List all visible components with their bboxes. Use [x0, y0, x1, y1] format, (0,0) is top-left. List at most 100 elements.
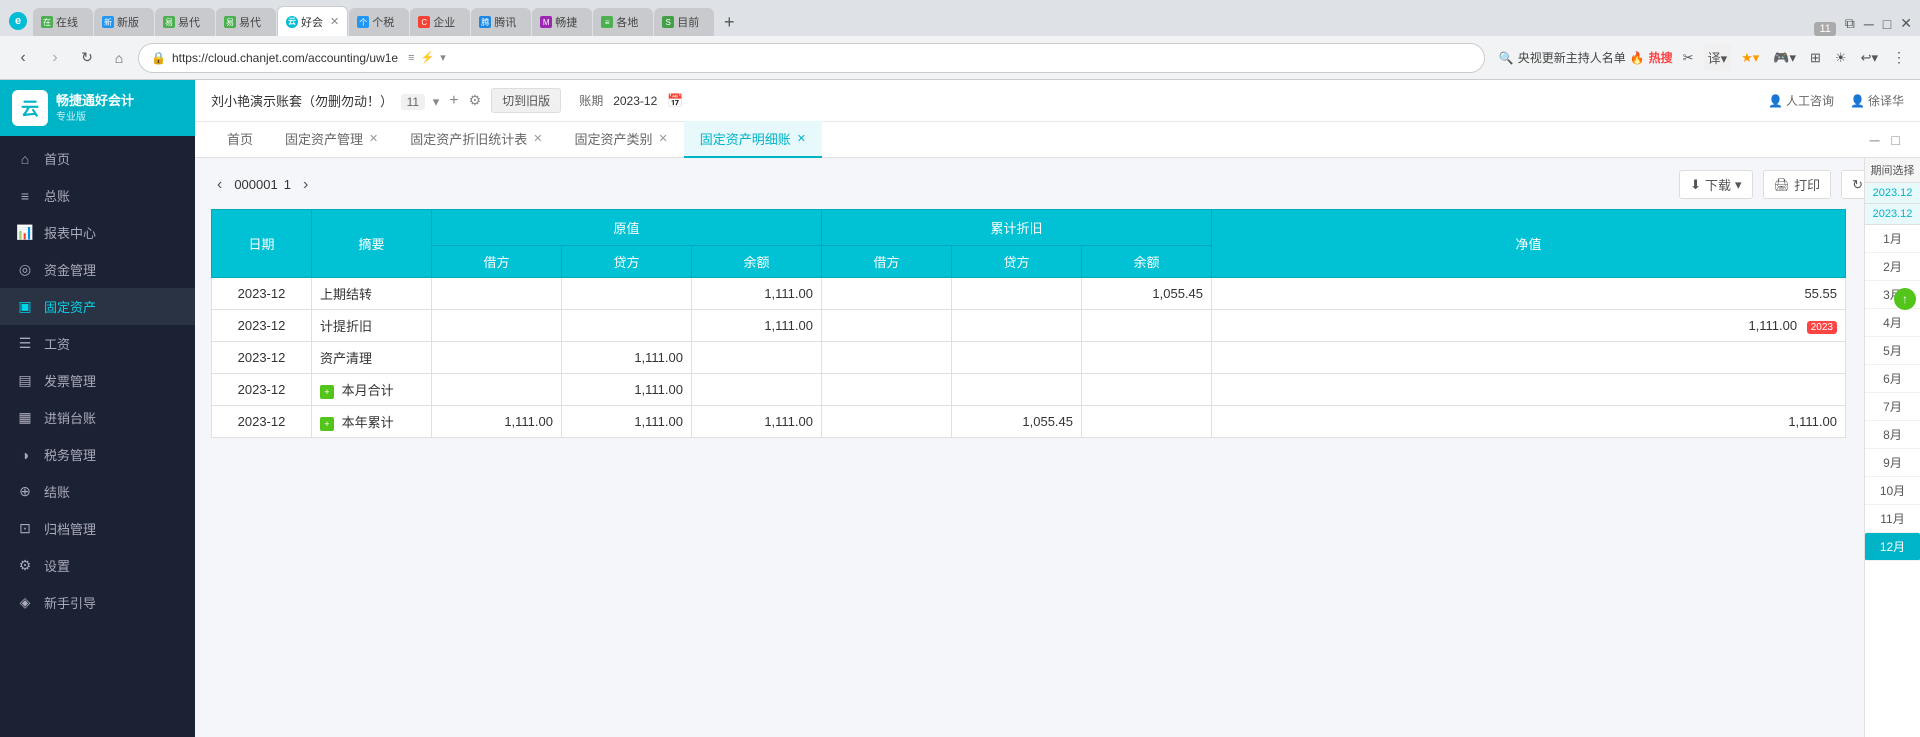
minimize-btn[interactable]: ─: [1860, 12, 1878, 36]
sidebar-item-guide[interactable]: ◈ 新手引导: [0, 584, 195, 621]
close-browser-btn[interactable]: ✕: [1896, 11, 1916, 36]
sidebar-item-purchase-sale[interactable]: ▦ 进销台账: [0, 399, 195, 436]
forward-btn[interactable]: ›: [42, 45, 68, 71]
new-tab-btn[interactable]: +: [715, 8, 743, 36]
back-btn[interactable]: ‹: [10, 45, 36, 71]
period-month-5[interactable]: 5月: [1865, 337, 1920, 365]
cell-orig-balance: [692, 342, 822, 374]
download-btn[interactable]: ⬇ 下载 ▾: [1679, 170, 1752, 199]
cell-dep-balance: [1082, 374, 1212, 406]
period-month-7[interactable]: 7月: [1865, 393, 1920, 421]
tab-close-icon[interactable]: ✕: [659, 132, 668, 145]
user-name: 刘小艳演示账套（勿删勿动！）: [211, 94, 393, 109]
sidebar-item-reports[interactable]: 📊 报表中心: [0, 214, 195, 251]
cell-net-value: 1,111.00: [1212, 406, 1846, 438]
col-orig-debit: 借方: [432, 246, 562, 278]
chevron-down-icon[interactable]: ▾: [440, 51, 446, 64]
sidebar-item-tax[interactable]: ◑ 税务管理: [0, 436, 195, 473]
maximize-tab-icon[interactable]: □: [1888, 128, 1904, 152]
cell-orig-balance: 1,111.00: [692, 278, 822, 310]
cell-dep-debit: [822, 278, 952, 310]
sun-icon[interactable]: ☀: [1831, 46, 1851, 70]
undo-icon[interactable]: ↩▾: [1857, 46, 1882, 70]
add-account-btn[interactable]: +: [449, 92, 458, 110]
address-input[interactable]: 🔒 https://cloud.chanjet.com/accounting/u…: [138, 43, 1485, 73]
sidebar-label: 工资: [44, 334, 70, 353]
sidebar-label: 总账: [44, 186, 70, 205]
tab-asset-detail[interactable]: 固定资产明细账 ✕: [684, 121, 822, 158]
sidebar-item-fixed-assets[interactable]: ▣ 固定资产: [0, 288, 195, 325]
period-month-2[interactable]: 2月: [1865, 253, 1920, 281]
tab-close-btn[interactable]: ✕: [330, 15, 339, 28]
finance-icon: ◎: [16, 261, 34, 278]
prev-arrow[interactable]: ‹: [211, 174, 228, 196]
period-month-4[interactable]: 4月: [1865, 309, 1920, 337]
tab-muqian[interactable]: S 目前: [654, 8, 714, 36]
sidebar-label: 税务管理: [44, 445, 96, 464]
user-avatar[interactable]: 👤 徐译华: [1850, 92, 1904, 109]
tab-close-icon[interactable]: ✕: [797, 132, 806, 145]
period-month-8[interactable]: 8月: [1865, 421, 1920, 449]
period-selected-2[interactable]: 2023.12: [1865, 204, 1920, 225]
period-month-9[interactable]: 9月: [1865, 449, 1920, 477]
customer-service-btn[interactable]: 👤 人工咨询: [1768, 92, 1834, 109]
cell-dep-debit: [822, 374, 952, 406]
dropdown-icon[interactable]: ▾: [433, 94, 440, 109]
home-btn[interactable]: ⌂: [106, 45, 132, 71]
tab-depreciation-stat[interactable]: 固定资产折旧统计表 ✕: [394, 121, 558, 158]
period-month-11[interactable]: 11月: [1865, 505, 1920, 533]
sidebar-item-payroll[interactable]: ☰ 工资: [0, 325, 195, 362]
tab-xinban[interactable]: 新 新版: [94, 8, 154, 36]
tab-close-icon[interactable]: ✕: [533, 132, 542, 145]
minimize-tab-icon[interactable]: ─: [1866, 128, 1884, 152]
address-bar-row: ‹ › ↻ ⌂ 🔒 https://cloud.chanjet.com/acco…: [0, 36, 1920, 80]
tab-tengxun[interactable]: 腾 腾讯: [471, 8, 531, 36]
next-arrow[interactable]: ›: [297, 174, 314, 196]
sidebar-item-invoice[interactable]: ▤ 发票管理: [0, 362, 195, 399]
switch-btn[interactable]: 切到旧版: [491, 88, 561, 113]
tab-zaixin[interactable]: 在 在线: [33, 8, 93, 36]
scissors-icon[interactable]: ✂: [1679, 46, 1698, 70]
tab-geshui[interactable]: 个 个税: [349, 8, 409, 36]
tab-haohui[interactable]: 云 好会 ✕: [277, 6, 348, 36]
sidebar-item-finance[interactable]: ◎ 资金管理: [0, 251, 195, 288]
tab-fixed-asset-mgmt[interactable]: 固定资产管理 ✕: [269, 121, 394, 158]
cell-net-value: [1212, 374, 1846, 406]
scroll-up-btn[interactable]: ↑: [1894, 288, 1916, 310]
period-month-12[interactable]: 12月: [1865, 533, 1920, 561]
tab-close-icon[interactable]: ✕: [369, 132, 378, 145]
period-month-6[interactable]: 6月: [1865, 365, 1920, 393]
period-selected-1[interactable]: 2023.12: [1865, 183, 1920, 204]
print-btn[interactable]: 🖨 打印: [1763, 170, 1832, 199]
address-text: https://cloud.chanjet.com/accounting/uw1…: [172, 51, 398, 65]
period-month-1[interactable]: 1月: [1865, 225, 1920, 253]
tab-homepage[interactable]: 首页: [211, 121, 269, 158]
sidebar-item-archive[interactable]: ⊡ 归档管理: [0, 510, 195, 547]
grid-icon[interactable]: ⊞: [1806, 46, 1825, 70]
sidebar-item-closing[interactable]: ⊕ 结账: [0, 473, 195, 510]
sidebar-item-general-ledger[interactable]: ≡ 总账: [0, 177, 195, 214]
sidebar-item-home[interactable]: ⌂ 首页: [0, 140, 195, 177]
reload-btn[interactable]: ↻: [74, 45, 100, 71]
tax-icon: ◑: [16, 447, 34, 463]
more-icon[interactable]: ⋮: [1888, 45, 1910, 70]
tab-qiye[interactable]: C 企业: [410, 8, 470, 36]
period-month-10[interactable]: 10月: [1865, 477, 1920, 505]
translate-icon[interactable]: 译▾: [1704, 44, 1732, 71]
restore-btn[interactable]: ⧉: [1841, 11, 1859, 36]
sidebar-item-settings[interactable]: ⚙ 设置: [0, 547, 195, 584]
settings-small-btn[interactable]: ⚙: [469, 92, 482, 109]
tab-yidai2[interactable]: 易 易代: [216, 8, 276, 36]
main-content: 刘小艳演示账套（勿删勿动！） 11 ▾ + ⚙ 切到旧版 账期 2023-12 …: [195, 80, 1920, 737]
cell-summary: 上期结转: [312, 278, 432, 310]
tab-yidai1[interactable]: 易 易代: [155, 8, 215, 36]
star-icon[interactable]: ★▾: [1737, 46, 1763, 70]
tab-changjie[interactable]: M 畅捷: [532, 8, 592, 36]
avatar-icon: 👤: [1850, 94, 1865, 108]
maximize-btn[interactable]: □: [1879, 12, 1895, 36]
tab-gedi[interactable]: ≡ 各地: [593, 8, 653, 36]
tab-label: 易代: [178, 14, 200, 30]
tab-asset-category[interactable]: 固定资产类别 ✕: [558, 121, 683, 158]
calendar-icon[interactable]: 📅: [667, 93, 683, 109]
game-icon[interactable]: 🎮▾: [1769, 46, 1800, 70]
